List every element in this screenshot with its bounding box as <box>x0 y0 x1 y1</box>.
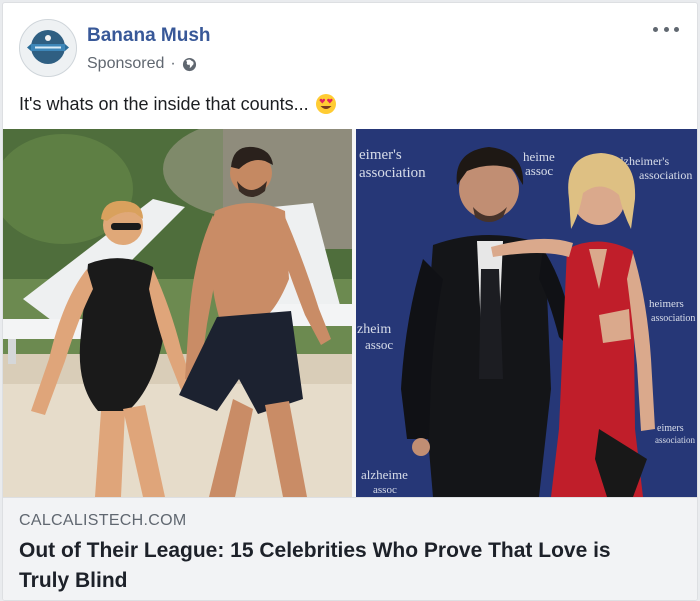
caption-text: It's whats on the inside that counts... <box>19 93 309 114</box>
page-name-link[interactable]: Banana Mush <box>87 25 211 47</box>
red-carpet-couple-photo: eimer's association heime assoc alzheime… <box>352 129 697 497</box>
meta-separator: · <box>170 55 176 72</box>
beach-couple-photo <box>3 129 352 497</box>
link-headline[interactable]: Out of Their League: 15 Celebrities Who … <box>19 536 659 596</box>
heart-eyes-emoji-icon <box>315 93 337 115</box>
post-caption: It's whats on the inside that counts... <box>19 93 337 115</box>
post-media[interactable]: eimer's association heime assoc alzheime… <box>3 129 697 497</box>
link-domain: CALCALISTECH.COM <box>19 512 187 529</box>
page-avatar[interactable] <box>19 19 77 77</box>
sponsored-post-card: Banana Mush Sponsored · It's whats on th… <box>2 2 698 601</box>
post-meta: Sponsored · <box>87 55 197 73</box>
globe-icon <box>182 57 197 72</box>
more-options-icon[interactable] <box>653 21 679 37</box>
link-preview[interactable]: CALCALISTECH.COM Out of Their League: 15… <box>3 497 697 600</box>
sponsored-label[interactable]: Sponsored <box>87 55 164 73</box>
post-header: Banana Mush Sponsored · <box>19 19 681 83</box>
banana-mush-logo-icon <box>20 20 76 76</box>
